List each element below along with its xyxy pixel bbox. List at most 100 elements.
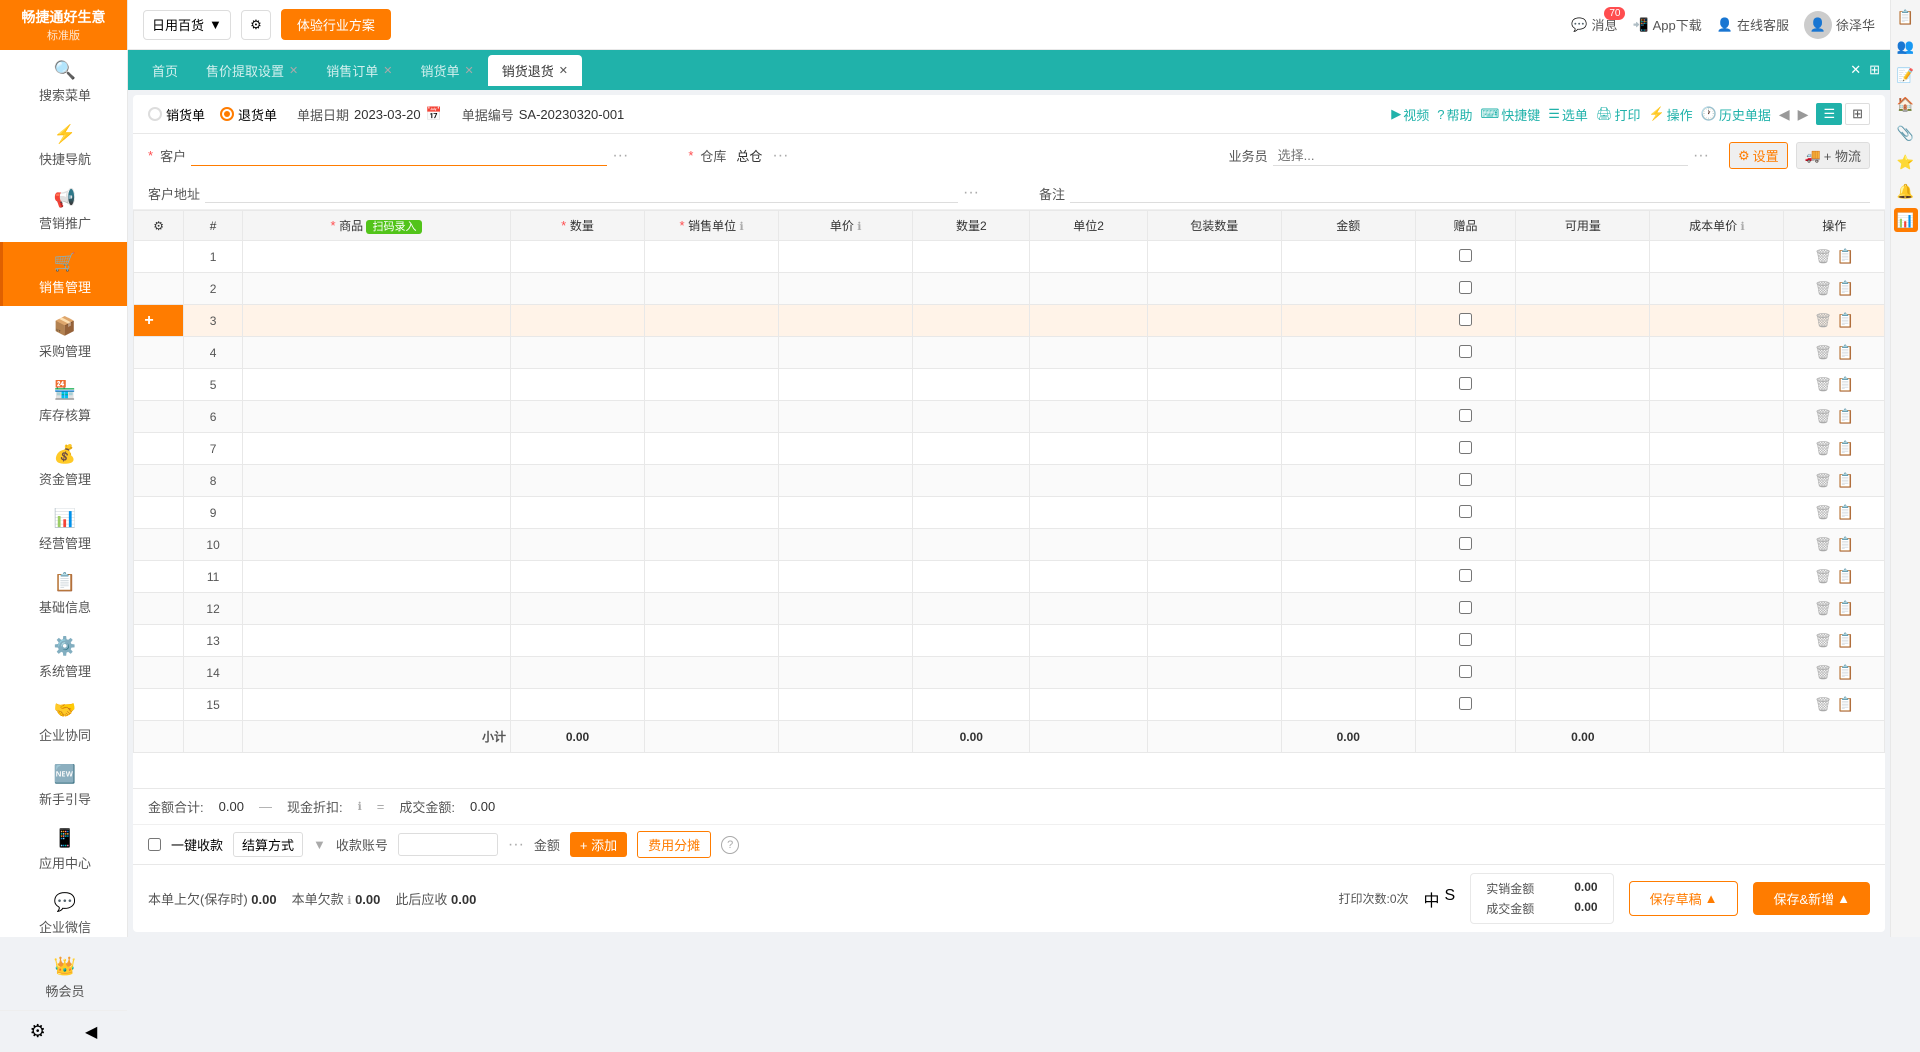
amount-cell[interactable] (1281, 529, 1415, 561)
pack-qty-cell[interactable] (1147, 401, 1281, 433)
sidebar-collapse-icon[interactable]: ◀ (85, 1022, 97, 1042)
unit-cell[interactable] (645, 657, 779, 689)
qty-cell[interactable] (511, 241, 645, 273)
pack-qty-cell[interactable] (1147, 529, 1281, 561)
product-input[interactable] (247, 247, 506, 266)
topbar-gear-button[interactable]: ⚙ (241, 10, 271, 40)
available-cell[interactable] (1516, 337, 1650, 369)
qty2-cell[interactable] (913, 273, 1030, 305)
row-gear-cell[interactable] (134, 465, 184, 497)
row-gear-cell[interactable] (134, 497, 184, 529)
cost-cell[interactable] (1650, 497, 1784, 529)
sidebar-item-marketing[interactable]: 📢 营销推广 (0, 178, 127, 242)
amount-cell[interactable] (1281, 369, 1415, 401)
sidebar-item-wechat[interactable]: 💬 企业微信 (0, 882, 127, 946)
unit2-cell[interactable] (1030, 369, 1147, 401)
product-input[interactable] (247, 279, 506, 298)
row-gear-cell[interactable] (134, 689, 184, 721)
product-input-cell[interactable] (242, 689, 510, 721)
right-icon-7[interactable]: 🔔 (1894, 179, 1918, 203)
delete-row-btn[interactable]: 🗑 (1814, 504, 1832, 521)
unit-cell[interactable] (645, 561, 779, 593)
product-input-cell[interactable] (242, 369, 510, 401)
gift-cell[interactable] (1415, 561, 1516, 593)
gift-checkbox[interactable] (1459, 313, 1472, 326)
qty-cell[interactable] (511, 625, 645, 657)
customer-select-icon[interactable]: ··· (612, 147, 628, 165)
gift-cell[interactable] (1415, 337, 1516, 369)
sidebar-item-quicknav[interactable]: ⚡ 快捷导航 (0, 114, 127, 178)
copy-row-btn[interactable]: 📋 (1837, 376, 1854, 393)
unit2-cell[interactable] (1030, 593, 1147, 625)
operate-btn[interactable]: ⚡ 操作 (1648, 105, 1692, 124)
row-gear-cell[interactable] (134, 561, 184, 593)
row-gear-cell[interactable] (134, 369, 184, 401)
right-icon-8[interactable]: 📊 (1894, 208, 1918, 232)
price-cell[interactable] (779, 433, 913, 465)
available-cell[interactable] (1516, 273, 1650, 305)
available-cell[interactable] (1516, 529, 1650, 561)
amount-cell[interactable] (1281, 305, 1415, 337)
price-cell[interactable] (779, 689, 913, 721)
qty2-cell[interactable] (913, 625, 1030, 657)
gift-checkbox[interactable] (1459, 249, 1472, 262)
gift-cell[interactable] (1415, 657, 1516, 689)
unit2-cell[interactable] (1030, 561, 1147, 593)
amount-cell[interactable] (1281, 657, 1415, 689)
gift-checkbox[interactable] (1459, 377, 1472, 390)
copy-row-btn[interactable]: 📋 (1837, 248, 1854, 265)
cost-cell[interactable] (1650, 305, 1784, 337)
gift-checkbox[interactable] (1459, 665, 1472, 678)
amount-cell[interactable] (1281, 337, 1415, 369)
unit-cell[interactable] (645, 497, 779, 529)
product-input[interactable] (247, 311, 506, 330)
list-view-btn[interactable]: ☰ (1816, 103, 1842, 125)
unit2-cell[interactable] (1030, 305, 1147, 337)
price-cell[interactable] (779, 241, 913, 273)
tab-close-all-icon[interactable]: ✕ (1850, 62, 1861, 78)
unit2-cell[interactable] (1030, 497, 1147, 529)
gift-checkbox[interactable] (1459, 633, 1472, 646)
product-input[interactable] (247, 631, 506, 650)
cost-cell[interactable] (1650, 625, 1784, 657)
amount-cell[interactable] (1281, 465, 1415, 497)
available-cell[interactable] (1516, 593, 1650, 625)
copy-row-btn[interactable]: 📋 (1837, 696, 1854, 713)
gift-cell[interactable] (1415, 433, 1516, 465)
copy-row-btn[interactable]: 📋 (1837, 408, 1854, 425)
unit2-cell[interactable] (1030, 401, 1147, 433)
gift-checkbox[interactable] (1459, 409, 1472, 422)
cost-cell[interactable] (1650, 689, 1784, 721)
product-input[interactable] (247, 663, 506, 682)
qty2-cell[interactable] (913, 369, 1030, 401)
cost-cell[interactable] (1650, 657, 1784, 689)
gift-checkbox[interactable] (1459, 505, 1472, 518)
amount-cell[interactable] (1281, 433, 1415, 465)
available-cell[interactable] (1516, 401, 1650, 433)
delete-row-btn[interactable]: 🗑 (1814, 568, 1832, 585)
shortcut-btn[interactable]: ⌨ 快捷键 (1480, 105, 1540, 124)
available-cell[interactable] (1516, 305, 1650, 337)
copy-row-btn[interactable]: 📋 (1837, 344, 1854, 361)
copy-row-btn[interactable]: 📋 (1837, 632, 1854, 649)
pack-qty-cell[interactable] (1147, 433, 1281, 465)
product-input-cell[interactable] (242, 561, 510, 593)
price-cell[interactable] (779, 369, 913, 401)
unit2-cell[interactable] (1030, 657, 1147, 689)
product-input-cell[interactable] (242, 465, 510, 497)
cost-cell[interactable] (1650, 273, 1784, 305)
delete-row-btn[interactable]: 🗑 (1814, 472, 1832, 489)
cost-cell[interactable] (1650, 337, 1784, 369)
cost-cell[interactable] (1650, 401, 1784, 433)
pack-qty-cell[interactable] (1147, 657, 1281, 689)
price-cell[interactable] (779, 657, 913, 689)
grid-view-btn[interactable]: ⊞ (1845, 103, 1870, 125)
product-input-cell[interactable] (242, 401, 510, 433)
expense-split-btn[interactable]: 费用分摊 (637, 831, 711, 858)
add-row-btn[interactable]: + (138, 310, 160, 332)
price-cell[interactable] (779, 465, 913, 497)
gift-checkbox[interactable] (1459, 345, 1472, 358)
delete-row-btn[interactable]: 🗑 (1814, 376, 1832, 393)
product-input[interactable] (247, 567, 506, 586)
product-input-cell[interactable] (242, 433, 510, 465)
